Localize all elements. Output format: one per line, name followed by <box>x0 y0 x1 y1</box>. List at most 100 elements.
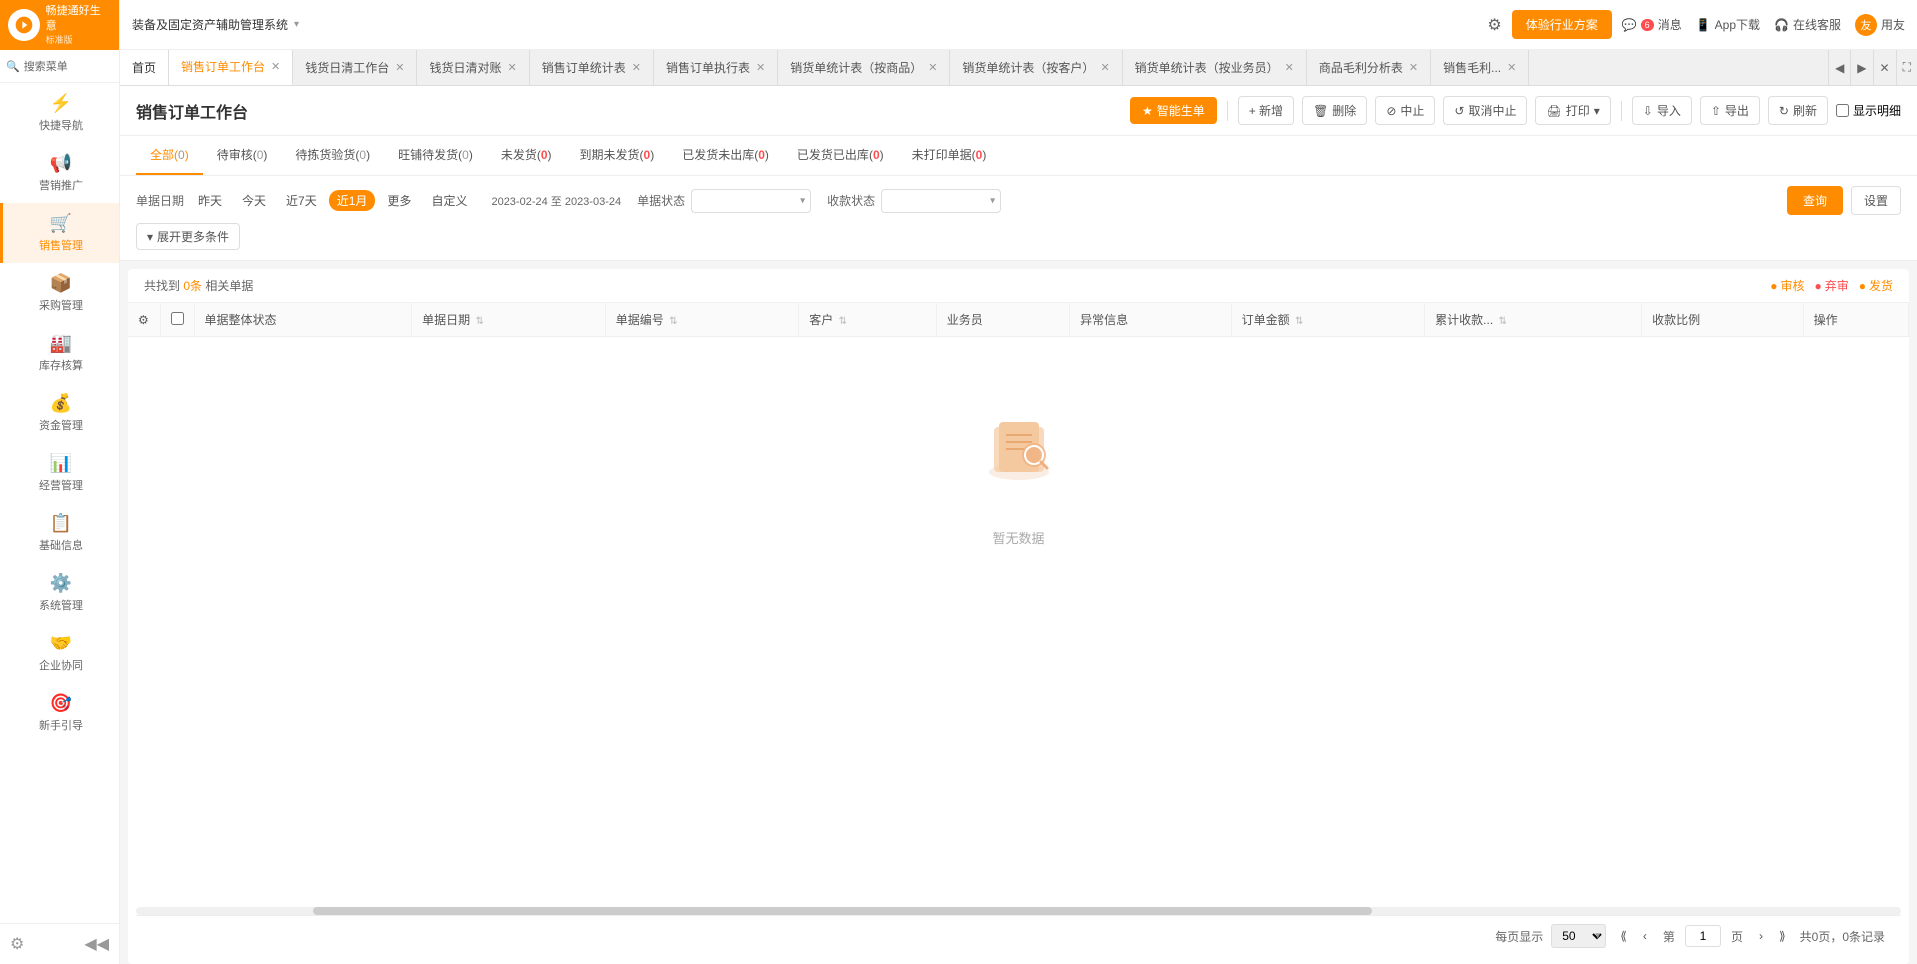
amount-sort-icon[interactable]: ⇅ <box>1295 316 1303 327</box>
review-action-btn[interactable]: ● 审核 <box>1770 277 1804 294</box>
sidebar-item-sales[interactable]: 🛒 销售管理 <box>0 203 119 263</box>
settings-icon[interactable]: ⚙ <box>10 934 24 954</box>
th-collected[interactable]: 累计收款... ⇅ <box>1425 303 1642 337</box>
import-btn[interactable]: ⇩ 导入 <box>1632 96 1692 125</box>
sidebar-item-nav[interactable]: ⚡ 快捷导航 <box>0 83 119 143</box>
print-btn[interactable]: 🖨 打印 ▾ <box>1535 96 1610 125</box>
show-detail-label[interactable]: 显示明细 <box>1836 102 1901 119</box>
page-first-btn[interactable]: ⟪ <box>1614 927 1633 945</box>
tab-sales-by-staff[interactable]: 销货单统计表（按业务员） ✕ <box>1123 50 1307 86</box>
subtab-pending-inspect[interactable]: 待拣货验货(0) <box>281 136 384 175</box>
stop-btn[interactable]: ⊘ 中止 <box>1375 96 1435 125</box>
subtab-pending-review[interactable]: 待审核(0) <box>203 136 282 175</box>
tab-sales-workbench[interactable]: 销售订单工作台 ✕ <box>169 50 293 86</box>
reject-action-btn[interactable]: ● 弃审 <box>1814 277 1848 294</box>
tab-close-cash-daily[interactable]: ✕ <box>395 61 404 74</box>
date-opt-1month[interactable]: 近1月 <box>329 190 376 211</box>
subtab-shipped-not-out[interactable]: 已发货未出库(0) <box>668 136 783 175</box>
payment-select[interactable] <box>881 189 1001 213</box>
page-last-btn[interactable]: ⟫ <box>1773 927 1792 945</box>
subtab-shipped-out[interactable]: 已发货已出库(0) <box>783 136 898 175</box>
tab-prev-btn[interactable]: ◀ <box>1828 50 1850 86</box>
tab-next-btn[interactable]: ▶ <box>1850 50 1872 86</box>
sidebar-item-basic[interactable]: 📋 基础信息 <box>0 503 119 563</box>
tab-close-gross-margin[interactable]: ✕ <box>1409 61 1418 74</box>
tab-close-sales-stats[interactable]: ✕ <box>632 61 641 74</box>
subtab-wangpu-pending-ship[interactable]: 旺铺待发货(0) <box>384 136 487 175</box>
ship-action-btn[interactable]: ● 发货 <box>1859 277 1893 294</box>
status-select[interactable] <box>691 189 811 213</box>
sidebar-item-finance[interactable]: 💰 资金管理 <box>0 383 119 443</box>
date-sort-icon[interactable]: ⇅ <box>475 316 483 327</box>
refresh-btn[interactable]: ↻ 刷新 <box>1768 96 1828 125</box>
app-download-btn[interactable]: 📱 App下载 <box>1696 16 1760 33</box>
subtab-overdue-not-shipped[interactable]: 到期未发货(0) <box>566 136 669 175</box>
th-date[interactable]: 单据日期 ⇅ <box>412 303 606 337</box>
tab-close-sales-workbench[interactable]: ✕ <box>271 60 280 73</box>
tab-cash-daily[interactable]: 钱货日清工作台 ✕ <box>293 50 417 86</box>
date-opt-custom[interactable]: 自定义 <box>423 190 475 211</box>
subtab-not-printed[interactable]: 未打印单据(0) <box>898 136 1001 175</box>
tab-cash-reconcile[interactable]: 钱货日清对账 ✕ <box>417 50 529 86</box>
th-customer[interactable]: 客户 ⇅ <box>799 303 936 337</box>
scrollbar-track[interactable] <box>136 907 1901 915</box>
industry-btn[interactable]: 体验行业方案 <box>1512 10 1612 39</box>
expand-btn[interactable]: ▾ 展开更多条件 <box>136 223 240 250</box>
th-setting[interactable]: ⚙ <box>128 303 160 337</box>
sidebar-item-purchase[interactable]: 📦 采购管理 <box>0 263 119 323</box>
th-amount[interactable]: 订单金额 ⇅ <box>1231 303 1425 337</box>
sidebar-item-inventory[interactable]: 🏭 库存核算 <box>0 323 119 383</box>
filter-setting-btn[interactable]: 设置 <box>1851 186 1901 215</box>
date-opt-more[interactable]: 更多 <box>379 190 419 211</box>
add-btn[interactable]: + 新增 <box>1238 96 1294 125</box>
sidebar-item-marketing[interactable]: 📢 营销推广 <box>0 143 119 203</box>
date-opt-yesterday[interactable]: 昨天 <box>190 190 230 211</box>
page-prev-btn[interactable]: ‹ <box>1637 927 1653 945</box>
sidebar-item-guide[interactable]: 🎯 新手引导 <box>0 683 119 743</box>
cancel-stop-btn[interactable]: ↺ 取消中止 <box>1443 96 1527 125</box>
delete-btn[interactable]: 🗑 删除 <box>1302 96 1367 125</box>
sidebar-search-btn[interactable]: 🔍 搜索菜单 <box>0 50 119 83</box>
table-scroll[interactable]: ⚙ 单据整体状态 单据日期 ⇅ 单据编号 ⇅ <box>128 303 1909 907</box>
page-input[interactable] <box>1685 925 1721 947</box>
scrollbar-thumb[interactable] <box>313 907 1372 915</box>
tab-sales-more[interactable]: 销售毛利... ✕ <box>1431 50 1529 86</box>
smart-create-btn[interactable]: ★ 智能生单 <box>1130 97 1217 124</box>
sidebar-item-enterprise[interactable]: 🤝 企业协同 <box>0 623 119 683</box>
customer-sort-icon[interactable]: ⇅ <box>839 316 847 327</box>
page-size-select[interactable]: 10 20 50 100 <box>1551 924 1606 948</box>
tab-close-sales-more[interactable]: ✕ <box>1507 61 1516 74</box>
tab-close-all-btn[interactable]: ✕ <box>1873 50 1896 86</box>
tab-sales-by-customer[interactable]: 销货单统计表（按客户） ✕ <box>950 50 1122 86</box>
query-btn[interactable]: 查询 <box>1787 186 1843 215</box>
tab-home[interactable]: 首页 <box>120 50 169 86</box>
tab-sales-stats[interactable]: 销售订单统计表 ✕ <box>530 50 654 86</box>
tab-close-sales-exec[interactable]: ✕ <box>756 61 765 74</box>
tab-sales-exec[interactable]: 销售订单执行表 ✕ <box>654 50 778 86</box>
tab-fullscreen-btn[interactable]: ⛶ <box>1896 50 1917 86</box>
tab-gross-margin[interactable]: 商品毛利分析表 ✕ <box>1307 50 1431 86</box>
select-all-checkbox[interactable] <box>171 312 184 325</box>
subtab-not-shipped[interactable]: 未发货(0) <box>487 136 566 175</box>
message-btn[interactable]: 💬 6 消息 <box>1622 16 1682 33</box>
topbar-gear-icon[interactable]: ⚙ <box>1487 15 1501 35</box>
tab-close-sales-by-customer[interactable]: ✕ <box>1100 61 1109 74</box>
show-detail-checkbox[interactable] <box>1836 104 1849 117</box>
subtab-all[interactable]: 全部(0) <box>136 136 203 175</box>
number-sort-icon[interactable]: ⇅ <box>669 316 677 327</box>
export-btn[interactable]: ⇧ 导出 <box>1700 96 1760 125</box>
th-number[interactable]: 单据编号 ⇅ <box>605 303 799 337</box>
tab-close-cash-reconcile[interactable]: ✕ <box>508 61 517 74</box>
sidebar-item-system[interactable]: ⚙️ 系统管理 <box>0 563 119 623</box>
tab-sales-by-product[interactable]: 销货单统计表（按商品） ✕ <box>778 50 950 86</box>
date-opt-today[interactable]: 今天 <box>234 190 274 211</box>
online-service-btn[interactable]: 🎧 在线客服 <box>1774 16 1841 33</box>
th-checkbox[interactable] <box>160 303 194 337</box>
collected-sort-icon[interactable]: ⇅ <box>1499 316 1507 327</box>
sidebar-item-operation[interactable]: 📊 经营管理 <box>0 443 119 503</box>
date-opt-7days[interactable]: 近7天 <box>278 190 325 211</box>
tab-close-sales-by-staff[interactable]: ✕ <box>1285 61 1294 74</box>
collapse-icon[interactable]: ◀◀ <box>84 934 109 954</box>
tab-close-sales-by-product[interactable]: ✕ <box>928 61 937 74</box>
user-btn[interactable]: 友 用友 <box>1855 14 1905 36</box>
